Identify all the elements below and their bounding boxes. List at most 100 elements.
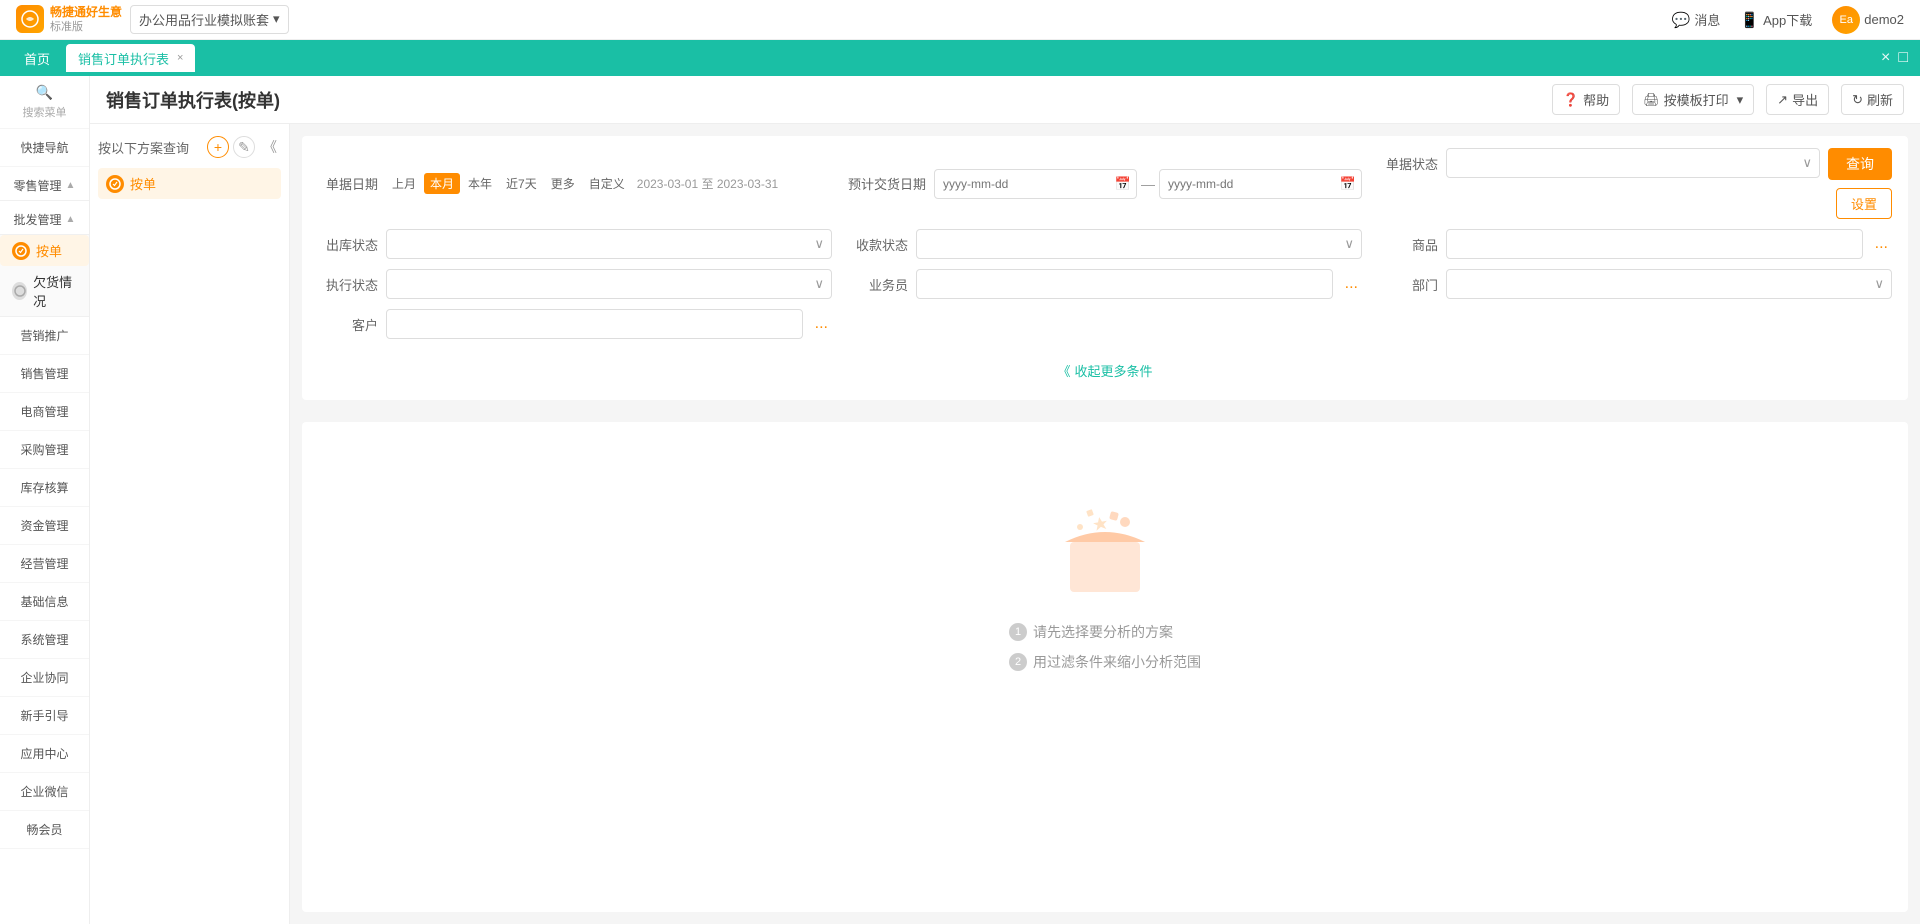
user-name: demo2 xyxy=(1864,12,1904,27)
sidebar-search[interactable]: 🔍 搜索菜单 xyxy=(0,76,89,129)
salesperson-label: 业务员 xyxy=(848,275,908,294)
scheme-panel-title-text: 按以下方案查询 xyxy=(98,138,189,157)
sidebar-item-collab[interactable]: 企业协同 xyxy=(0,659,89,697)
search-button[interactable]: 查询 xyxy=(1828,148,1892,180)
tab-minimize-btn[interactable]: × xyxy=(1881,49,1890,67)
app-download-action[interactable]: 📱 App下载 xyxy=(1740,10,1812,29)
collection-label: 收款状态 xyxy=(848,235,908,254)
sidebar-item-wholesale[interactable]: 批发管理 ▲ xyxy=(0,201,89,235)
sidebar-item-sales[interactable]: 销售管理 xyxy=(0,355,89,393)
scheme-active-icon xyxy=(106,175,124,193)
app-selector[interactable]: 办公用品行业模拟账套 ▾ xyxy=(130,5,289,34)
chevron-down-icon: ▲ xyxy=(66,180,76,191)
edit-scheme-btn[interactable]: ✎ xyxy=(233,136,255,158)
status-label: 单据状态 xyxy=(1378,154,1438,173)
sidebar-item-app-center[interactable]: 应用中心 xyxy=(0,735,89,773)
outbound-select[interactable] xyxy=(386,229,832,259)
sidebar-item-system[interactable]: 系统管理 xyxy=(0,621,89,659)
sidebar-item-retail[interactable]: 零售管理 ▲ xyxy=(0,167,89,201)
tab-bar: 首页 销售订单执行表 × × □ xyxy=(0,40,1920,76)
expected-date-end-input[interactable] xyxy=(1159,169,1362,199)
empty-state: 1 请先选择要分析的方案 2 用过滤条件来缩小分析范围 xyxy=(302,422,1908,752)
sidebar-sub-按单[interactable]: 按单 xyxy=(0,235,89,266)
hint-item-2: 2 用过滤条件来缩小分析范围 xyxy=(1009,652,1201,672)
logo-area: 畅捷通好生意 标准版 xyxy=(16,5,122,35)
scheme-icon-gray xyxy=(12,282,27,300)
date-tab-this-year[interactable]: 本年 xyxy=(462,173,498,194)
date-tabs: 上月 本月 本年 近7天 更多 自定义 xyxy=(386,173,631,194)
customer-input[interactable] xyxy=(386,309,803,339)
salesperson-input[interactable] xyxy=(916,269,1333,299)
date-tab-custom[interactable]: 自定义 xyxy=(583,173,631,194)
filter-field-expected-date: 预计交货日期 📅 — 📅 xyxy=(848,169,1362,199)
goods-more-icon[interactable]: ... xyxy=(1871,235,1892,253)
department-label: 部门 xyxy=(1378,275,1438,294)
sidebar-app-center-label: 应用中心 xyxy=(20,745,68,762)
customer-label: 客户 xyxy=(318,315,378,334)
tab-maximize-btn[interactable]: □ xyxy=(1898,49,1908,67)
sidebar-sub-欠货-label: 欠货情况 xyxy=(33,272,77,310)
filter-row-1: 单据日期 上月 本月 本年 近7天 更多 自定义 xyxy=(318,148,1892,219)
date-tab-last-month[interactable]: 上月 xyxy=(386,173,422,194)
export-button[interactable]: ↗ 导出 xyxy=(1766,84,1829,115)
setup-button[interactable]: 设置 xyxy=(1836,188,1892,219)
user-profile-action[interactable]: Ea demo2 xyxy=(1832,6,1904,34)
sidebar-item-purchase[interactable]: 采购管理 xyxy=(0,431,89,469)
status-select[interactable] xyxy=(1446,148,1820,178)
collection-select-wrapper: ∨ xyxy=(916,229,1362,259)
add-scheme-btn[interactable]: + xyxy=(207,136,229,158)
sidebar-search-label: 搜索菜单 xyxy=(23,104,67,120)
refresh-button[interactable]: ↻ 刷新 xyxy=(1841,84,1904,115)
expected-date-start-input[interactable] xyxy=(934,169,1137,199)
date-tab-more[interactable]: 更多 xyxy=(545,173,581,194)
collapse-panel-btn[interactable]: 《 xyxy=(259,136,281,158)
scheme-item-active[interactable]: 按单 xyxy=(98,168,281,199)
sidebar-finance-label: 资金管理 xyxy=(20,517,68,534)
help-button[interactable]: ❓ 帮助 xyxy=(1552,84,1620,115)
sidebar-item-inventory[interactable]: 库存核算 xyxy=(0,469,89,507)
sidebar-wechat-label: 企业微信 xyxy=(20,783,68,800)
sidebar-marketing-label: 营销推广 xyxy=(20,327,68,344)
customer-more-icon[interactable]: ... xyxy=(811,315,832,333)
filter-row-4: 客户 ... xyxy=(318,309,1892,339)
sidebar: 🔍 搜索菜单 快捷导航 零售管理 ▲ 批发管理 ▲ 按单 xyxy=(0,76,90,924)
sidebar-item-finance[interactable]: 资金管理 xyxy=(0,507,89,545)
execution-select-wrapper: ∨ xyxy=(386,269,832,299)
empty-state-icon xyxy=(1045,502,1165,602)
sidebar-item-ecommerce[interactable]: 电商管理 xyxy=(0,393,89,431)
collapse-more-label: 收起更多条件 xyxy=(1075,361,1153,380)
salesperson-more-icon[interactable]: ... xyxy=(1341,275,1362,293)
department-select[interactable] xyxy=(1446,269,1892,299)
sidebar-item-wechat[interactable]: 企业微信 xyxy=(0,773,89,811)
print-button[interactable]: 🖨 按模板打印 ▾ xyxy=(1632,84,1754,115)
goods-input[interactable] xyxy=(1446,229,1863,259)
hint-1-text: 请先选择要分析的方案 xyxy=(1033,622,1173,642)
tab-close-icon[interactable]: × xyxy=(177,52,183,64)
sidebar-sales-label: 销售管理 xyxy=(20,365,68,382)
collapse-more-icon: 《 xyxy=(1057,361,1070,380)
tab-active[interactable]: 销售订单执行表 × xyxy=(66,44,195,72)
tab-home-label: 首页 xyxy=(24,49,50,68)
sidebar-sub-欠货[interactable]: 欠货情况 xyxy=(0,266,89,316)
message-action[interactable]: 💬 消息 xyxy=(1672,10,1721,29)
help-icon: ❓ xyxy=(1563,92,1579,108)
sidebar-item-basic[interactable]: 基础信息 xyxy=(0,583,89,621)
sidebar-item-operation[interactable]: 经营管理 xyxy=(0,545,89,583)
search-btn-area: 查询 设置 xyxy=(1828,148,1892,219)
sidebar-item-member[interactable]: 畅会员 xyxy=(0,811,89,849)
date-tab-7days[interactable]: 近7天 xyxy=(500,173,543,194)
date-range-expected: 📅 — 📅 xyxy=(934,169,1362,199)
sidebar-item-guide[interactable]: 新手引导 xyxy=(0,697,89,735)
sidebar-quick-nav[interactable]: 快捷导航 xyxy=(0,129,89,167)
filter-field-salesperson: 业务员 ... xyxy=(848,269,1362,299)
sidebar-item-marketing[interactable]: 营销推广 xyxy=(0,317,89,355)
collapse-more-btn[interactable]: 《 收起更多条件 xyxy=(318,353,1892,388)
execution-select[interactable] xyxy=(386,269,832,299)
tab-home[interactable]: 首页 xyxy=(12,44,62,72)
date-tab-this-month[interactable]: 本月 xyxy=(424,173,460,194)
collection-select[interactable] xyxy=(916,229,1362,259)
goods-label: 商品 xyxy=(1378,235,1438,254)
scheme-panel-title: 按以下方案查询 + ✎ 《 xyxy=(98,136,281,158)
export-icon: ↗ xyxy=(1777,92,1788,108)
outbound-label: 出库状态 xyxy=(318,235,378,254)
